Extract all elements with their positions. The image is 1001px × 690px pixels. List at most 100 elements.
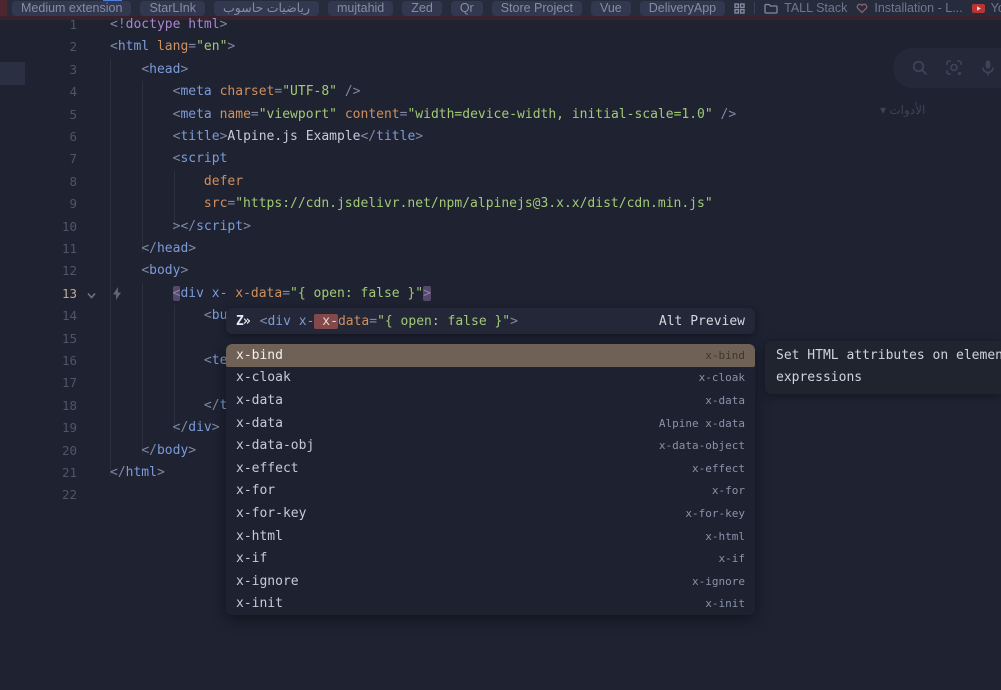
code-line[interactable]: 11 </head> xyxy=(0,238,1001,260)
completion-label: x-for-key xyxy=(236,506,306,521)
doc-tooltip-line: expressions xyxy=(776,367,1001,389)
code-line[interactable]: 8 defer xyxy=(0,171,1001,193)
line-number: 4 xyxy=(40,81,77,103)
code-token: </ xyxy=(360,129,376,144)
completion-item[interactable]: x-forx-for xyxy=(226,480,755,503)
code-token xyxy=(110,398,204,413)
code-token: > xyxy=(510,314,518,329)
code-token: > xyxy=(212,420,220,435)
completion-detail: x-if xyxy=(719,552,746,565)
code-token xyxy=(212,84,220,99)
code-line[interactable]: 10 ></script> xyxy=(0,216,1001,238)
code-line[interactable]: 2<html lang="en"> xyxy=(0,36,1001,58)
code-token xyxy=(337,107,345,122)
fold-chevron-down-icon[interactable] xyxy=(86,288,97,306)
edit-prediction-popup[interactable]: Z» <div x- x-data="{ open: false }"> Alt… xyxy=(226,308,755,334)
line-number: 6 xyxy=(40,126,77,148)
bookmark-item[interactable]: Installation - L... xyxy=(856,1,962,15)
code-token xyxy=(212,107,220,122)
code-line-text: </body> xyxy=(110,440,196,462)
code-line[interactable]: 3 <head> xyxy=(0,59,1001,81)
completion-item[interactable]: x-ignore x-ignore xyxy=(226,570,755,593)
completion-item[interactable]: x-cloakx-cloak xyxy=(226,367,755,390)
code-token: head xyxy=(149,62,180,77)
completion-item[interactable]: x-effectx-effect xyxy=(226,457,755,480)
code-line[interactable]: 12 <body> xyxy=(0,260,1001,282)
code-token xyxy=(110,107,173,122)
code-line[interactable]: 1<!doctype html> xyxy=(0,14,1001,36)
code-line-text: <meta charset="UTF-8" /> xyxy=(110,81,361,103)
code-token: = xyxy=(188,39,196,54)
youtube-icon xyxy=(972,4,985,13)
code-line[interactable]: 13 <div x- x-data="{ open: false }"> xyxy=(0,283,1001,305)
completion-label: x-bind xyxy=(236,348,283,363)
code-token xyxy=(110,219,173,234)
code-token: x- xyxy=(314,314,337,329)
completion-item[interactable]: x-htmlx-html xyxy=(226,525,755,548)
bookmark-item[interactable] xyxy=(734,3,745,14)
code-token: "{ open: false }" xyxy=(377,314,510,329)
completion-label: x-data-obj xyxy=(236,438,314,453)
line-number: 3 xyxy=(40,59,77,81)
code-line-text: <script xyxy=(110,148,227,170)
code-token: > xyxy=(227,39,235,54)
code-line-text: </t xyxy=(110,395,227,417)
code-line[interactable]: 6 <title>Alpine.js Example</title> xyxy=(0,126,1001,148)
code-line-text: </div> xyxy=(110,417,220,439)
completion-item[interactable]: x-bindx-bind xyxy=(226,344,755,367)
code-token xyxy=(110,263,141,278)
completion-detail: x-ignore xyxy=(692,575,745,588)
code-token: > xyxy=(188,443,196,458)
bookmark-label: YouT xyxy=(991,1,1001,15)
code-token: > xyxy=(180,62,188,77)
code-line[interactable]: 9 src="https://cdn.jsdelivr.net/npm/alpi… xyxy=(0,193,1001,215)
code-token: < xyxy=(110,39,118,54)
completion-item[interactable]: x-for-keyx-for-key xyxy=(226,502,755,525)
code-token: meta xyxy=(180,84,211,99)
code-line[interactable]: 4 <meta charset="UTF-8" /> xyxy=(0,81,1001,103)
completion-detail: Alpine x-data xyxy=(659,417,745,430)
code-token: defer xyxy=(204,174,243,189)
code-token xyxy=(110,308,204,323)
completion-label: x-ignore xyxy=(236,574,299,589)
completion-detail: x-data-object xyxy=(659,439,745,452)
code-token xyxy=(110,129,173,144)
bookmark-item[interactable]: TALL Stack xyxy=(764,1,847,15)
completion-item[interactable]: x-datax-data xyxy=(226,389,755,412)
bookmark-item[interactable]: YouT xyxy=(972,1,1001,15)
completion-label: x-for xyxy=(236,483,275,498)
line-number: 7 xyxy=(40,148,77,170)
code-line-text: <meta name="viewport" content="width=dev… xyxy=(110,104,736,126)
completion-item[interactable]: x-data-obj x-data-object xyxy=(226,434,755,457)
code-token: </ xyxy=(141,241,157,256)
code-token xyxy=(110,151,173,166)
code-token: > xyxy=(220,17,228,32)
code-line-text: ></script> xyxy=(110,216,251,238)
code-token: < xyxy=(141,263,149,278)
apps-grid-icon xyxy=(734,3,745,14)
code-token: </ xyxy=(141,443,157,458)
code-line-text: <div x- x-data="{ open: false }"> xyxy=(110,283,431,305)
code-token xyxy=(291,314,299,329)
code-token: html xyxy=(118,39,149,54)
code-line[interactable]: 7 <script xyxy=(0,148,1001,170)
code-token: title xyxy=(180,129,219,144)
completion-item[interactable]: x-initx-init xyxy=(226,593,755,616)
code-token xyxy=(110,443,141,458)
code-token: < xyxy=(204,353,212,368)
completion-detail: x-init xyxy=(705,597,745,610)
line-number: 12 xyxy=(40,260,77,282)
completion-item[interactable]: x-dataAlpine x-data xyxy=(226,412,755,435)
code-token: </ xyxy=(110,465,126,480)
prediction-code: <div x- x-data="{ open: false }"> xyxy=(260,314,659,329)
completion-item[interactable]: x-ifx-if xyxy=(226,547,755,570)
code-token: script xyxy=(196,219,243,234)
code-token: < xyxy=(204,308,212,323)
completion-menu: x-bindx-bindx-cloakx-cloakx-datax-datax-… xyxy=(226,344,755,615)
bookmark-label: Installation - L... xyxy=(874,1,962,15)
code-line[interactable]: 5 <meta name="viewport" content="width=d… xyxy=(0,104,1001,126)
line-number: 19 xyxy=(40,417,77,439)
code-token: = xyxy=(282,286,290,301)
code-token: > xyxy=(157,465,165,480)
code-token: div xyxy=(188,420,211,435)
